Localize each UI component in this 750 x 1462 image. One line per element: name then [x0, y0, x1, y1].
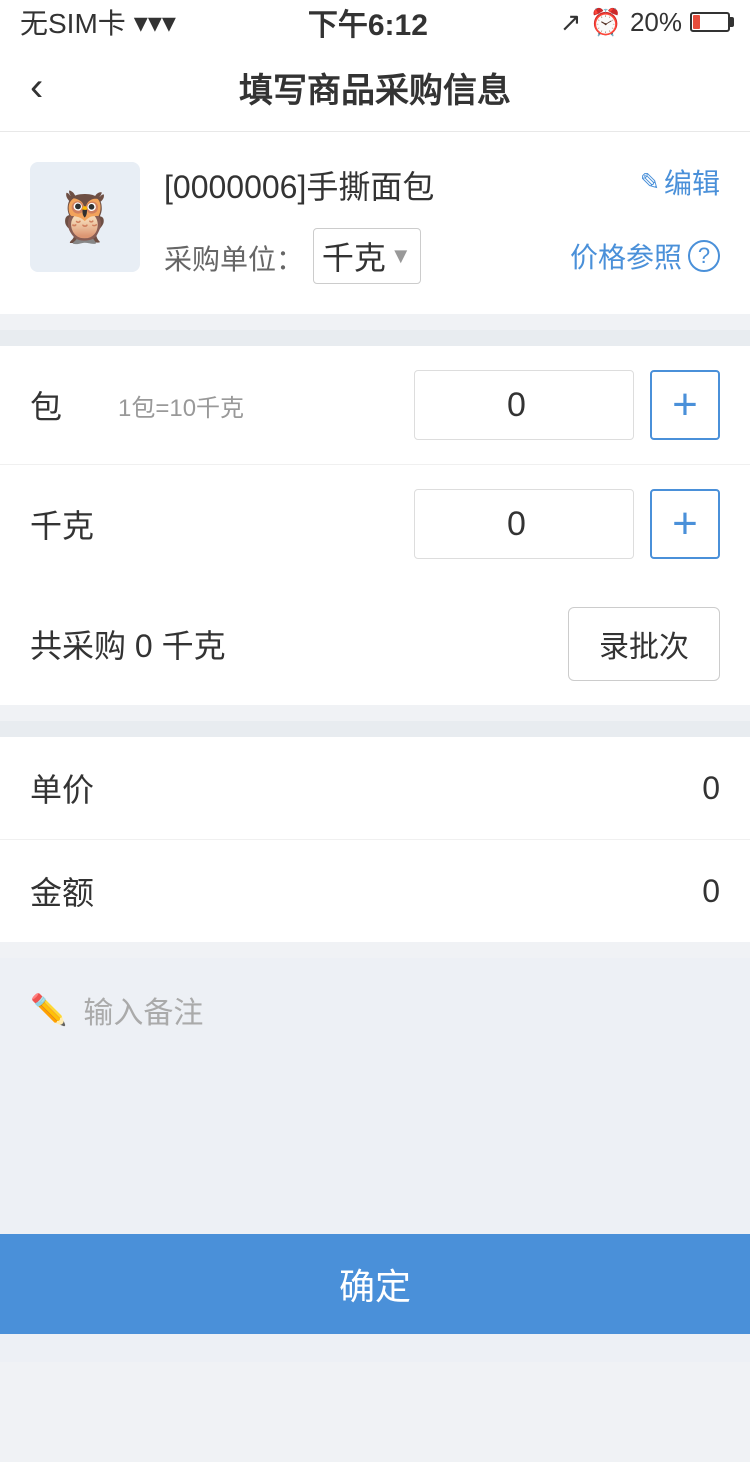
edit-icon: ✎ [640, 168, 660, 197]
summary-label: 共采购 [30, 628, 126, 664]
back-button[interactable]: ‹ [30, 65, 43, 110]
summary-text: 共采购 0 千克 [30, 621, 226, 667]
alarm-icon: ⏰ [590, 7, 622, 38]
edit-label: 编辑 [664, 162, 720, 202]
note-section[interactable]: ✏️ 输入备注 [0, 958, 750, 1062]
unit-selector: 采购单位： 千克 ▼ [164, 228, 421, 284]
page-title: 填写商品采购信息 [239, 63, 511, 112]
section-divider-2 [0, 721, 750, 737]
product-logo: 🦉 [54, 192, 116, 242]
summary-unit: 千克 [162, 628, 226, 664]
product-info: [0000006]手撕面包 ✎ 编辑 采购单位： 千克 ▼ 价格参照 ? [164, 162, 720, 284]
battery-pct: 20% [630, 7, 682, 38]
edit-button[interactable]: ✎ 编辑 [640, 162, 720, 202]
summary-section: 共采购 0 千克 录批次 [0, 583, 750, 705]
batch-button[interactable]: 录批次 [568, 607, 720, 681]
status-carrier: 无SIM卡 ▾▾▾ [20, 2, 176, 42]
price-section: 单价 0 金额 0 [0, 737, 750, 942]
pencil-icon: ✏️ [30, 993, 67, 1028]
product-card: 🦉 [0000006]手撕面包 ✎ 编辑 采购单位： 千克 ▼ [0, 132, 750, 314]
status-right-group: ↗ ⏰ 20% [560, 7, 730, 38]
location-icon: ↗ [560, 7, 582, 38]
status-time: 下午6:12 [308, 0, 428, 44]
battery-icon [690, 12, 730, 32]
product-image: 🦉 [30, 162, 140, 272]
amount-value: 0 [702, 873, 720, 910]
unit-price-value: 0 [702, 770, 720, 807]
kg-label: 千克 [30, 501, 110, 547]
status-bar: 无SIM卡 ▾▾▾ 下午6:12 ↗ ⏰ 20% [0, 0, 750, 44]
product-unit-row: 采购单位： 千克 ▼ 价格参照 ? [164, 228, 720, 284]
carrier-text: 无SIM卡 [20, 2, 126, 42]
product-title-row: [0000006]手撕面包 ✎ 编辑 [164, 162, 720, 208]
wifi-signal-icon: ▾▾▾ [134, 6, 176, 39]
product-name: [0000006]手撕面包 [164, 162, 434, 208]
kg-plus-button[interactable]: + [650, 489, 720, 559]
unit-label: 采购单位： [164, 244, 304, 275]
main-content: 🦉 [0000006]手撕面包 ✎ 编辑 采购单位： 千克 ▼ [0, 132, 750, 1362]
section-divider-1 [0, 330, 750, 346]
unit-select[interactable]: 千克 ▼ [313, 228, 421, 284]
bag-sub-label: 1包=10千克 [118, 388, 244, 423]
unit-price-label: 单价 [30, 765, 94, 811]
amount-row: 金额 0 [0, 840, 750, 942]
nav-bar: ‹ 填写商品采购信息 [0, 44, 750, 132]
kg-quantity-input[interactable] [414, 489, 634, 559]
unit-value: 千克 [322, 233, 386, 279]
summary-value: 0 [135, 628, 153, 664]
unit-price-row: 单价 0 [0, 737, 750, 840]
price-ref-button[interactable]: 价格参照 ? [570, 236, 720, 276]
confirm-bar[interactable]: 确定 [0, 1234, 750, 1334]
bag-quantity-input[interactable] [414, 370, 634, 440]
quantity-section: 包 1包=10千克 + 千克 + [0, 346, 750, 583]
bottom-padding [0, 1362, 750, 1462]
price-ref-label: 价格参照 [570, 236, 682, 276]
kg-input-wrapper: + [110, 489, 720, 559]
kg-row: 千克 + [0, 465, 750, 583]
bag-row: 包 1包=10千克 + [0, 346, 750, 465]
amount-label: 金额 [30, 868, 94, 914]
bag-label: 包 [30, 382, 110, 428]
confirm-label: 确定 [339, 1258, 411, 1310]
chevron-down-icon: ▼ [390, 243, 412, 269]
bag-input-wrapper: + [244, 370, 720, 440]
bag-plus-button[interactable]: + [650, 370, 720, 440]
note-placeholder: 输入备注 [83, 988, 203, 1032]
help-icon: ? [688, 240, 720, 272]
